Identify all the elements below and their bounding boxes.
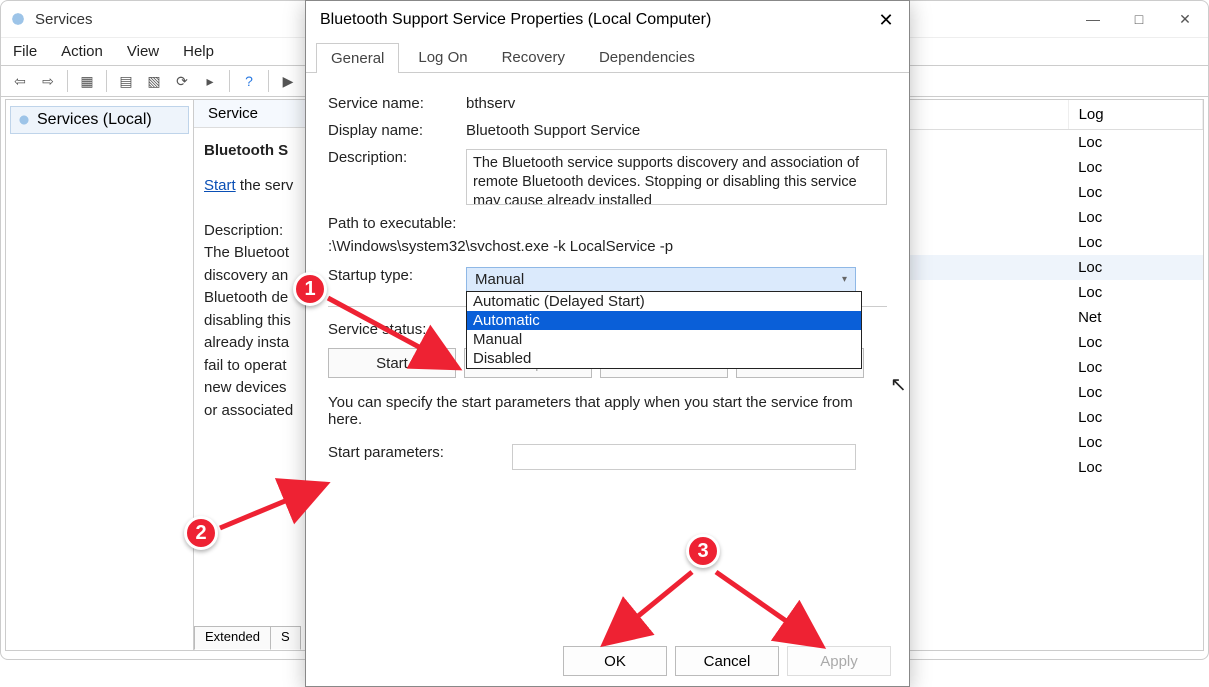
back-icon[interactable]: ⇦ bbox=[7, 69, 33, 93]
start-params-input[interactable] bbox=[512, 444, 856, 470]
startup-type-dropdown: Automatic (Delayed Start) Automatic Manu… bbox=[466, 291, 862, 369]
maximize-button[interactable]: □ bbox=[1116, 1, 1162, 37]
cell-logon: Loc bbox=[1068, 455, 1202, 480]
start-params-hint: You can specify the start parameters tha… bbox=[328, 394, 887, 428]
cell-logon: Loc bbox=[1068, 430, 1202, 455]
menu-help[interactable]: Help bbox=[183, 43, 214, 60]
label-description: Description: bbox=[328, 149, 466, 166]
properties-dialog: Bluetooth Support Service Properties (Lo… bbox=[305, 0, 910, 687]
label-display-name: Display name: bbox=[328, 122, 466, 139]
option-manual[interactable]: Manual bbox=[467, 330, 861, 349]
export-icon[interactable]: ▧ bbox=[141, 69, 167, 93]
tab-standard[interactable]: S bbox=[270, 626, 301, 650]
view-tabs: Extended S bbox=[194, 626, 300, 650]
startup-type-select[interactable]: Manual ▾ Automatic (Delayed Start) Autom… bbox=[466, 267, 887, 292]
cell-logon: Loc bbox=[1068, 330, 1202, 355]
label-service-name: Service name: bbox=[328, 95, 466, 112]
menu-file[interactable]: File bbox=[13, 43, 37, 60]
cell-logon: Loc bbox=[1068, 230, 1202, 255]
annotation-badge-3: 3 bbox=[686, 534, 720, 568]
export2-icon[interactable]: ▸ bbox=[197, 69, 223, 93]
cell-logon: Loc bbox=[1068, 255, 1202, 280]
properties-icon[interactable]: ▤ bbox=[113, 69, 139, 93]
cell-logon: Loc bbox=[1068, 405, 1202, 430]
cell-logon: Net bbox=[1068, 305, 1202, 330]
option-delayed[interactable]: Automatic (Delayed Start) bbox=[467, 292, 861, 311]
tab-dependencies[interactable]: Dependencies bbox=[584, 42, 710, 72]
col-logon[interactable]: Log bbox=[1068, 100, 1202, 130]
services-icon bbox=[9, 10, 27, 28]
play-icon[interactable]: ▶ bbox=[275, 69, 301, 93]
window-title: Services bbox=[35, 11, 93, 28]
value-display-name: Bluetooth Support Service bbox=[466, 122, 887, 139]
cell-logon: Loc bbox=[1068, 130, 1202, 156]
dialog-tabs: General Log On Recovery Dependencies bbox=[306, 39, 909, 73]
window-controls: — □ ✕ bbox=[1070, 1, 1208, 37]
left-pane: Services (Local) bbox=[6, 100, 194, 650]
cell-logon: Loc bbox=[1068, 180, 1202, 205]
forward-icon[interactable]: ⇨ bbox=[35, 69, 61, 93]
cancel-button[interactable]: Cancel bbox=[675, 646, 779, 676]
tab-extended[interactable]: Extended bbox=[194, 626, 271, 650]
start-button[interactable]: Start bbox=[328, 348, 456, 378]
help-icon[interactable]: ? bbox=[236, 69, 262, 93]
dialog-title: Bluetooth Support Service Properties (Lo… bbox=[306, 1, 909, 39]
tab-general[interactable]: General bbox=[316, 43, 399, 73]
dialog-close-button[interactable]: ✕ bbox=[871, 7, 901, 33]
ok-button[interactable]: OK bbox=[563, 646, 667, 676]
cell-logon: Loc bbox=[1068, 380, 1202, 405]
apply-button[interactable]: Apply bbox=[787, 646, 891, 676]
tab-recovery[interactable]: Recovery bbox=[487, 42, 580, 72]
tree-services-local[interactable]: Services (Local) bbox=[10, 106, 189, 134]
cell-logon: Loc bbox=[1068, 280, 1202, 305]
cell-logon: Loc bbox=[1068, 155, 1202, 180]
cursor-icon: ↖ bbox=[890, 372, 907, 397]
chevron-down-icon: ▾ bbox=[842, 274, 847, 285]
annotation-badge-1: 1 bbox=[293, 272, 327, 306]
label-startup-type: Startup type: bbox=[328, 267, 466, 284]
menu-action[interactable]: Action bbox=[61, 43, 103, 60]
cell-logon: Loc bbox=[1068, 355, 1202, 380]
label-service-status: Service status: bbox=[328, 321, 466, 338]
value-path: :\Windows\system32\svchost.exe -k LocalS… bbox=[328, 238, 887, 255]
value-service-name: bthserv bbox=[466, 95, 887, 112]
cell-logon: Loc bbox=[1068, 205, 1202, 230]
details-icon[interactable]: ▦ bbox=[74, 69, 100, 93]
option-automatic[interactable]: Automatic bbox=[467, 311, 861, 330]
label-start-params: Start parameters: bbox=[328, 444, 512, 461]
minimize-button[interactable]: — bbox=[1070, 1, 1116, 37]
label-path: Path to executable: bbox=[328, 215, 887, 232]
close-button[interactable]: ✕ bbox=[1162, 1, 1208, 37]
start-link[interactable]: Start bbox=[204, 177, 236, 194]
dialog-footer: OK Cancel Apply bbox=[563, 646, 891, 676]
option-disabled[interactable]: Disabled bbox=[467, 349, 861, 368]
tab-logon[interactable]: Log On bbox=[403, 42, 482, 72]
description-box[interactable]: The Bluetooth service supports discovery… bbox=[466, 149, 887, 205]
menu-view[interactable]: View bbox=[127, 43, 159, 60]
startup-type-value: Manual bbox=[475, 271, 524, 288]
tree-label: Services (Local) bbox=[37, 111, 152, 129]
annotation-badge-2: 2 bbox=[184, 516, 218, 550]
refresh-icon[interactable]: ⟳ bbox=[169, 69, 195, 93]
gear-icon bbox=[17, 113, 31, 127]
detail-header-label: Service bbox=[208, 105, 258, 122]
